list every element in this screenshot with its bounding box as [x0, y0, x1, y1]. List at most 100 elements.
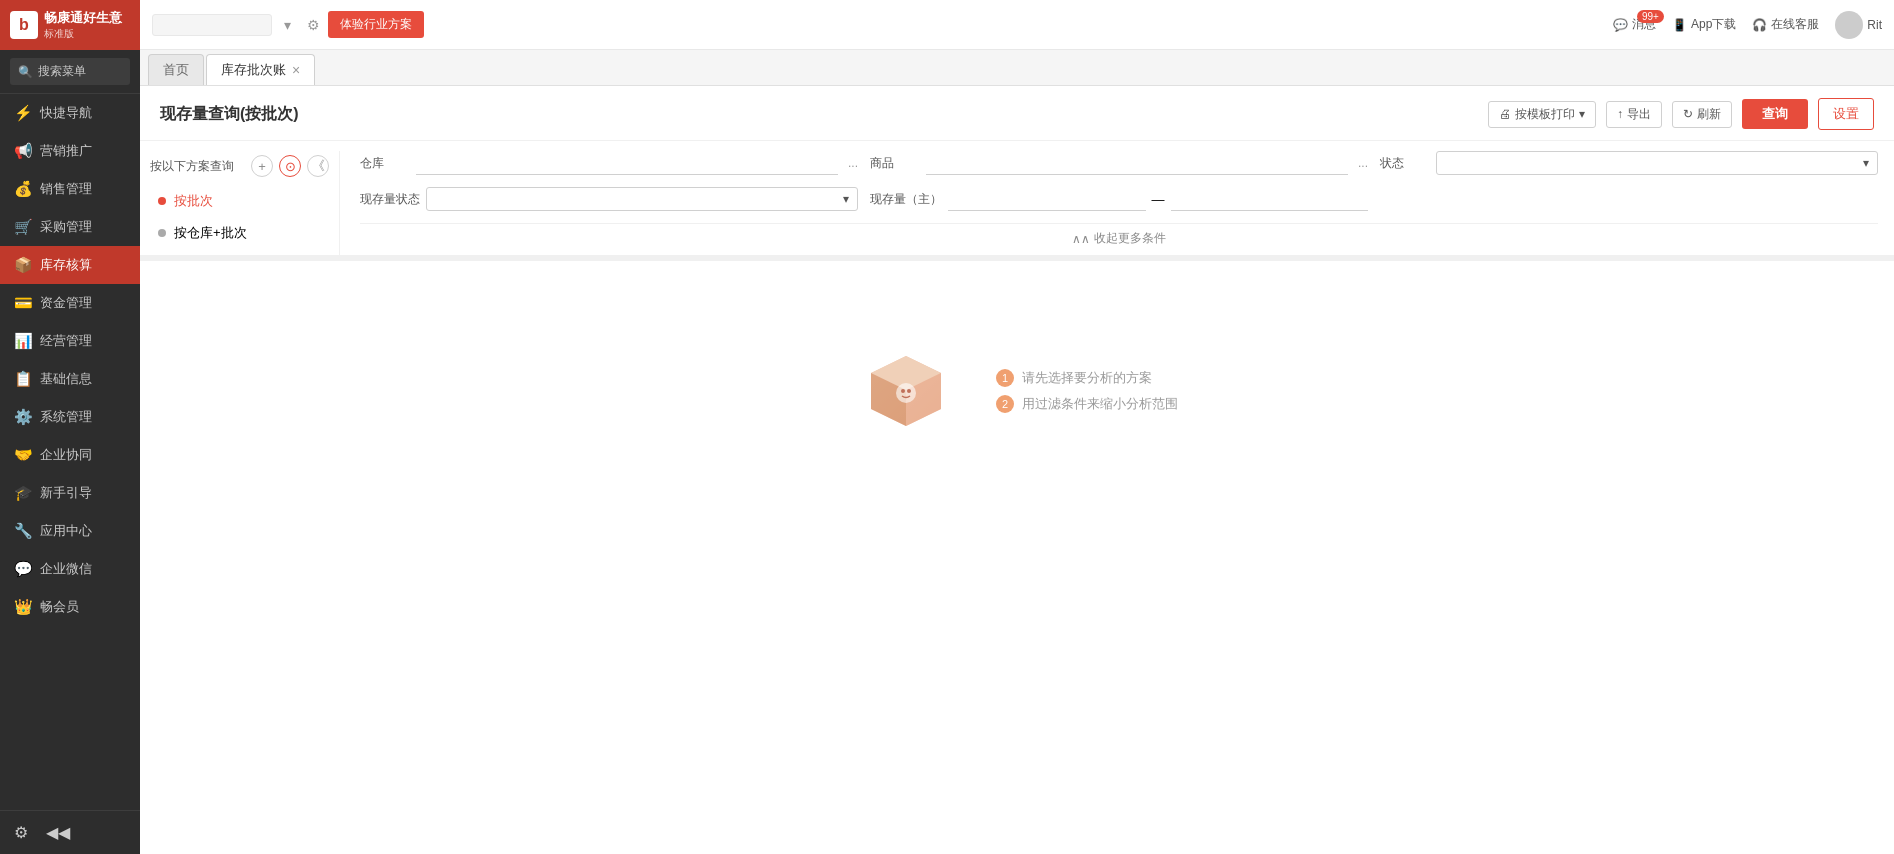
svg-point-6 [907, 389, 911, 393]
warehouse-input[interactable] [416, 152, 838, 175]
wechat-icon: 💬 [14, 560, 32, 578]
svg-point-5 [901, 389, 905, 393]
sidebar-item-system[interactable]: ⚙️ 系统管理 [0, 398, 140, 436]
tab-inventory-batch[interactable]: 库存批次账 × [206, 54, 315, 85]
sidebar-item-marketing[interactable]: 📢 营销推广 [0, 132, 140, 170]
sidebar-item-basics[interactable]: 📋 基础信息 [0, 360, 140, 398]
filter-sidebar-title: 按以下方案查询 [150, 158, 234, 175]
settings-footer-button[interactable]: ⚙ [10, 819, 32, 846]
sidebar-item-app-center[interactable]: 🔧 应用中心 [0, 512, 140, 550]
empty-illustration [856, 341, 956, 441]
empty-tips: 1 请先选择要分析的方案 2 用过滤条件来缩小分析范围 [996, 369, 1178, 413]
empty-tip-1: 1 请先选择要分析的方案 [996, 369, 1178, 387]
app-title-area: 畅康通好生意 标准版 [44, 9, 122, 41]
topbar-search-area: ▾ ⚙ [152, 14, 324, 36]
finance-icon: 💳 [14, 294, 32, 312]
sidebar-item-newbie[interactable]: 🎓 新手引导 [0, 474, 140, 512]
filter-row-2: 现存量状态 ▾ 现存量（主） — [360, 187, 1878, 211]
chevron-down-icon: ▾ [1579, 107, 1585, 121]
sidebar-item-wechat[interactable]: 💬 企业微信 [0, 550, 140, 588]
message-button[interactable]: 💬 消息 99+ [1613, 16, 1656, 33]
sidebar-item-enterprise[interactable]: 🤝 企业协同 [0, 436, 140, 474]
chevron-up-icon: ∧∧ [1072, 232, 1090, 246]
settings-button[interactable]: 设置 [1818, 98, 1874, 130]
svg-point-4 [896, 383, 916, 403]
sidebar-item-sales[interactable]: 💰 销售管理 [0, 170, 140, 208]
chevron-down-status-icon: ▾ [1863, 156, 1869, 170]
search-icon: 🔍 [18, 65, 33, 79]
topbar-gear-button[interactable]: ⚙ [302, 14, 324, 36]
experience-industry-button[interactable]: 体验行业方案 [328, 11, 424, 38]
filter-option-dot [158, 197, 166, 205]
print-button[interactable]: 🖨 按模板打印 ▾ [1488, 101, 1596, 128]
system-icon: ⚙️ [14, 408, 32, 426]
sidebar-item-member[interactable]: 👑 畅会员 [0, 588, 140, 626]
tab-close-button[interactable]: × [292, 63, 300, 77]
app-center-icon: 🔧 [14, 522, 32, 540]
filter-option-by-batch[interactable]: 按批次 [150, 185, 329, 217]
warehouse-more-button[interactable]: ... [848, 156, 858, 170]
sidebar: b 畅康通好生意 标准版 🔍 搜索菜单 ⚡ 快捷导航 📢 营销推广 💰 销售管理… [0, 0, 140, 854]
refresh-button[interactable]: ↻ 刷新 [1672, 101, 1732, 128]
user-name: Rit [1867, 18, 1882, 32]
operations-icon: 📊 [14, 332, 32, 350]
inventory-amount-max[interactable] [1171, 188, 1369, 211]
product-more-button[interactable]: ... [1358, 156, 1368, 170]
tip-number-2: 2 [996, 395, 1014, 413]
collapse-more-conditions-button[interactable]: ∧∧ 收起更多条件 [360, 224, 1878, 255]
empty-tip-2: 2 用过滤条件来缩小分析范围 [996, 395, 1178, 413]
empty-state-content: 1 请先选择要分析的方案 2 用过滤条件来缩小分析范围 [856, 341, 1178, 441]
topbar-right-actions: 💬 消息 99+ 📱 App下载 🎧 在线客服 Rit [1613, 11, 1882, 39]
add-scheme-button[interactable]: + [251, 155, 273, 177]
topbar-search-input[interactable] [152, 14, 272, 36]
filter-option-by-warehouse-batch[interactable]: 按仓库+批次 [150, 217, 329, 249]
export-button[interactable]: ↑ 导出 [1606, 101, 1662, 128]
sidebar-item-operations[interactable]: 📊 经营管理 [0, 322, 140, 360]
status-select[interactable]: ▾ [1436, 151, 1878, 175]
sidebar-item-quick-nav[interactable]: ⚡ 快捷导航 [0, 94, 140, 132]
configure-scheme-button[interactable]: ⊙ [279, 155, 301, 177]
quick-nav-icon: ⚡ [14, 104, 32, 122]
inventory-batch-tab-label: 库存批次账 [221, 61, 286, 79]
sidebar-item-purchase[interactable]: 🛒 采购管理 [0, 208, 140, 246]
sidebar-item-inventory[interactable]: 📦 库存核算 [0, 246, 140, 284]
tab-home[interactable]: 首页 [148, 54, 204, 85]
filter-option-dot-2 [158, 229, 166, 237]
main-area: ▾ ⚙ 体验行业方案 💬 消息 99+ 📱 App下载 🎧 在线客服 Rit [140, 0, 1894, 854]
message-badge: 99+ [1637, 10, 1664, 23]
filter-sidebar: 按以下方案查询 + ⊙ 《 按批次 按仓库+批次 [140, 151, 340, 255]
page-title: 现存量查询(按批次) [160, 104, 299, 125]
member-icon: 👑 [14, 598, 32, 616]
sidebar-header: b 畅康通好生意 标准版 [0, 0, 140, 50]
tabbar: 首页 库存批次账 × [140, 50, 1894, 86]
inventory-status-select[interactable]: ▾ [426, 187, 858, 211]
topbar: ▾ ⚙ 体验行业方案 💬 消息 99+ 📱 App下载 🎧 在线客服 Rit [140, 0, 1894, 50]
refresh-icon: ↻ [1683, 107, 1693, 121]
topbar-dropdown-button[interactable]: ▾ [276, 14, 298, 36]
filter-sidebar-actions: + ⊙ 《 [251, 155, 329, 177]
app-download-button[interactable]: 📱 App下载 [1672, 16, 1736, 33]
headset-icon: 🎧 [1752, 18, 1767, 32]
product-input[interactable] [926, 152, 1348, 175]
user-menu-button[interactable]: Rit [1835, 11, 1882, 39]
query-button[interactable]: 查询 [1742, 99, 1808, 129]
tip-number-1: 1 [996, 369, 1014, 387]
sidebar-item-finance[interactable]: 💳 资金管理 [0, 284, 140, 322]
app-download-icon: 📱 [1672, 18, 1687, 32]
marketing-icon: 📢 [14, 142, 32, 160]
status-label: 状态 [1380, 155, 1430, 172]
online-service-button[interactable]: 🎧 在线客服 [1752, 16, 1819, 33]
search-menu-button[interactable]: 🔍 搜索菜单 [10, 58, 130, 85]
empty-state: 1 请先选择要分析的方案 2 用过滤条件来缩小分析范围 [140, 261, 1894, 521]
message-icon: 💬 [1613, 18, 1628, 32]
range-separator: — [1152, 192, 1165, 207]
collapse-filter-button[interactable]: 《 [307, 155, 329, 177]
inventory-amount-min[interactable] [948, 188, 1146, 211]
inventory-amount-range: — [948, 188, 1368, 211]
export-icon: ↑ [1617, 107, 1623, 121]
warehouse-label: 仓库 [360, 155, 410, 172]
inventory-amount-field: 现存量（主） — [870, 188, 1368, 211]
collapse-sidebar-button[interactable]: ◀◀ [42, 819, 74, 846]
inventory-status-label: 现存量状态 [360, 191, 420, 208]
inventory-icon: 📦 [14, 256, 32, 274]
